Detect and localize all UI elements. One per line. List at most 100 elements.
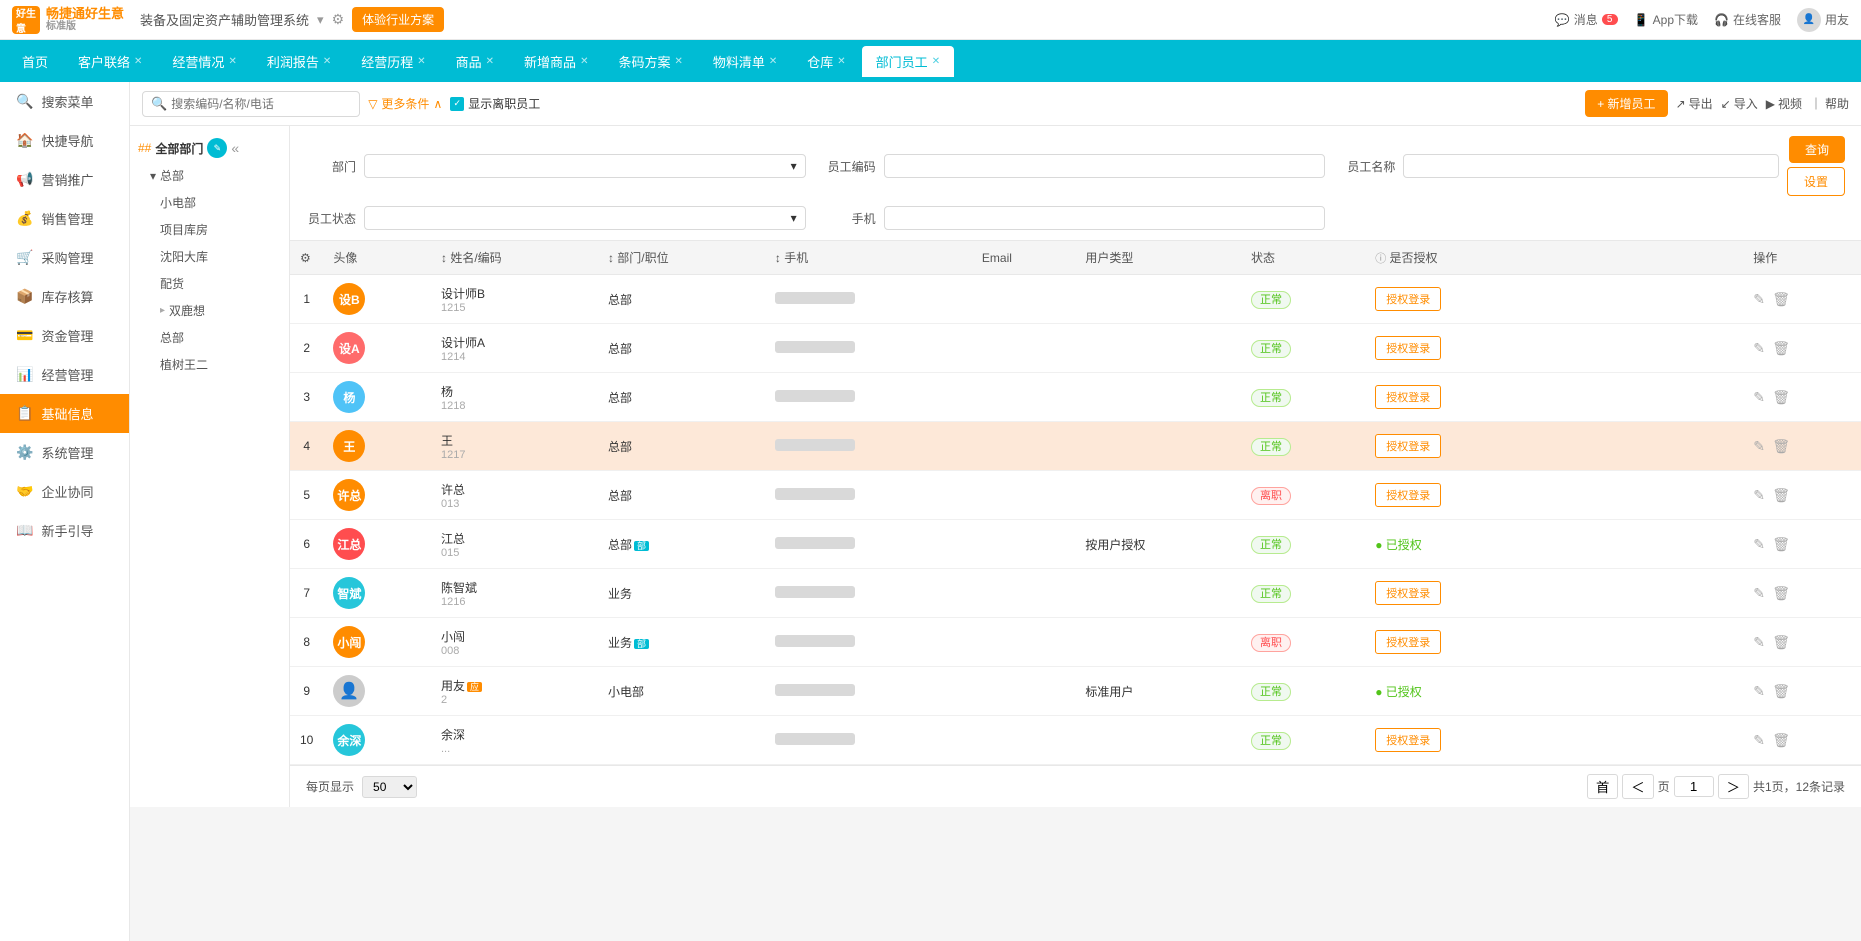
dept-select[interactable]: ▾: [364, 154, 806, 178]
tab-operation[interactable]: 经营情况 ✕: [158, 46, 250, 77]
prev-page-button[interactable]: ＜: [1622, 774, 1653, 799]
col-settings[interactable]: ⚙: [290, 241, 323, 275]
next-page-button[interactable]: ＞: [1718, 774, 1749, 799]
sidebar-item-guide[interactable]: 📖 新手引导: [0, 511, 129, 550]
app-download-button[interactable]: 📱 App下载: [1634, 11, 1698, 28]
close-icon[interactable]: ✕: [837, 56, 845, 67]
col-dept[interactable]: ↕ 部门/职位: [598, 241, 765, 275]
tab-history[interactable]: 经营历程 ✕: [347, 46, 439, 77]
try-industry-button[interactable]: 体验行业方案: [352, 7, 444, 32]
import-button[interactable]: ↙ 导入: [1721, 95, 1758, 112]
emp-status-select[interactable]: ▾: [364, 206, 806, 230]
auth-button[interactable]: 授权登录: [1375, 728, 1441, 752]
tree-node-xiaodibu[interactable]: 小电部: [130, 189, 289, 216]
delete-button[interactable]: 🗑: [1772, 438, 1790, 454]
help-button[interactable]: ｜ 帮助: [1810, 95, 1849, 112]
sidebar-item-basic-info[interactable]: 📋 基础信息: [0, 394, 129, 433]
close-icon[interactable]: ✕: [580, 56, 588, 67]
sidebar-item-marketing[interactable]: 📢 营销推广: [0, 160, 129, 199]
set-button[interactable]: 设置: [1787, 167, 1845, 196]
tab-barcode[interactable]: 条码方案 ✕: [604, 46, 696, 77]
edit-button[interactable]: ✎: [1753, 389, 1765, 405]
search-box[interactable]: 🔍: [142, 91, 360, 117]
delete-button[interactable]: 🗑: [1772, 340, 1790, 356]
emp-name-input[interactable]: [1403, 154, 1779, 178]
tree-node-project[interactable]: 项目库房: [130, 216, 289, 243]
sidebar-item-sales[interactable]: 💰 销售管理: [0, 199, 129, 238]
edit-button[interactable]: ✎: [1753, 585, 1765, 601]
close-icon[interactable]: ✕: [674, 56, 682, 67]
close-icon[interactable]: ✕: [134, 56, 142, 67]
tab-bom[interactable]: 物料清单 ✕: [699, 46, 791, 77]
tree-node-delivery[interactable]: 配货: [130, 270, 289, 297]
tab-goods[interactable]: 商品 ✕: [442, 46, 508, 77]
more-conditions-button[interactable]: ▽ 更多条件 ∧: [368, 95, 442, 112]
view-button[interactable]: ▶ 视频: [1766, 95, 1802, 112]
search-input[interactable]: [171, 97, 351, 111]
auth-button[interactable]: 授权登录: [1375, 385, 1441, 409]
tree-node-parent[interactable]: ▾ 总部: [130, 162, 289, 189]
edit-button[interactable]: ✎: [1753, 438, 1765, 454]
sidebar-item-inventory[interactable]: 📦 库存核算: [0, 277, 129, 316]
query-button[interactable]: 查询: [1789, 136, 1845, 163]
tab-profit[interactable]: 利润报告 ✕: [253, 46, 345, 77]
delete-button[interactable]: 🗑: [1772, 732, 1790, 748]
emp-code-input[interactable]: [884, 154, 1326, 178]
close-icon[interactable]: ✕: [417, 56, 425, 67]
sidebar-item-finance[interactable]: 💳 资金管理: [0, 316, 129, 355]
delete-button[interactable]: 🗑: [1772, 634, 1790, 650]
dropdown-icon[interactable]: ▾: [317, 12, 324, 28]
settings-icon[interactable]: ⚙: [332, 11, 345, 28]
tree-node-zongbu[interactable]: 总部: [130, 324, 289, 351]
tab-home[interactable]: 首页: [8, 46, 62, 77]
close-icon[interactable]: ✕: [486, 56, 494, 67]
edit-button[interactable]: ✎: [1753, 683, 1765, 699]
delete-button[interactable]: 🗑: [1772, 536, 1790, 552]
auth-button[interactable]: 授权登录: [1375, 434, 1441, 458]
close-icon[interactable]: ✕: [228, 56, 236, 67]
delete-button[interactable]: 🗑: [1772, 487, 1790, 503]
sidebar-item-collab[interactable]: 🤝 企业协同: [0, 472, 129, 511]
sidebar-item-business[interactable]: 📊 经营管理: [0, 355, 129, 394]
col-phone[interactable]: ↕ 手机: [765, 241, 972, 275]
user-button[interactable]: 👤 用友: [1797, 8, 1849, 32]
tab-dept-staff[interactable]: 部门员工 ✕: [862, 46, 954, 77]
auth-button[interactable]: 授权登录: [1375, 581, 1441, 605]
export-button[interactable]: ↗ 导出: [1676, 95, 1713, 112]
auth-button[interactable]: 授权登录: [1375, 336, 1441, 360]
first-page-button[interactable]: 首: [1587, 774, 1618, 799]
sidebar-item-search[interactable]: 🔍 搜索菜单: [0, 82, 129, 121]
delete-button[interactable]: 🗑: [1772, 683, 1790, 699]
close-icon[interactable]: ✕: [769, 56, 777, 67]
sidebar-item-system[interactable]: ⚙️ 系统管理: [0, 433, 129, 472]
tree-node-shenyang[interactable]: 沈阳大库: [130, 243, 289, 270]
page-number-input[interactable]: [1674, 776, 1714, 797]
sidebar-item-purchase[interactable]: 🛒 采购管理: [0, 238, 129, 277]
phone-input[interactable]: [884, 206, 1326, 230]
show-resign-toggle[interactable]: ✓ 显示离职员工: [450, 95, 540, 112]
per-page-select[interactable]: 50 100: [362, 776, 417, 798]
auth-button[interactable]: 授权登录: [1375, 287, 1441, 311]
close-icon[interactable]: ✕: [323, 56, 331, 67]
tree-node-shuanglu[interactable]: ▸ 双鹿想: [130, 297, 289, 324]
tree-edit-icon[interactable]: ✎: [207, 138, 227, 158]
close-icon[interactable]: ✕: [932, 56, 940, 67]
edit-button[interactable]: ✎: [1753, 732, 1765, 748]
auth-button[interactable]: 授权登录: [1375, 483, 1441, 507]
tab-warehouse[interactable]: 仓库 ✕: [793, 46, 859, 77]
col-name[interactable]: ↕ 姓名/编码: [431, 241, 598, 275]
edit-button[interactable]: ✎: [1753, 634, 1765, 650]
edit-button[interactable]: ✎: [1753, 536, 1765, 552]
sidebar-item-nav[interactable]: 🏠 快捷导航: [0, 121, 129, 160]
auth-button[interactable]: 授权登录: [1375, 630, 1441, 654]
online-service-button[interactable]: 🎧 在线客服: [1714, 11, 1781, 28]
tree-node-zhishu[interactable]: 植树王二: [130, 351, 289, 378]
edit-button[interactable]: ✎: [1753, 487, 1765, 503]
all-dept-label[interactable]: 全部部门: [155, 140, 203, 157]
add-employee-button[interactable]: + 新增员工: [1585, 90, 1667, 117]
edit-button[interactable]: ✎: [1753, 340, 1765, 356]
message-button[interactable]: 💬 消息 5: [1555, 11, 1618, 28]
delete-button[interactable]: 🗑: [1772, 291, 1790, 307]
tab-add-goods[interactable]: 新增商品 ✕: [510, 46, 602, 77]
delete-button[interactable]: 🗑: [1772, 389, 1790, 405]
